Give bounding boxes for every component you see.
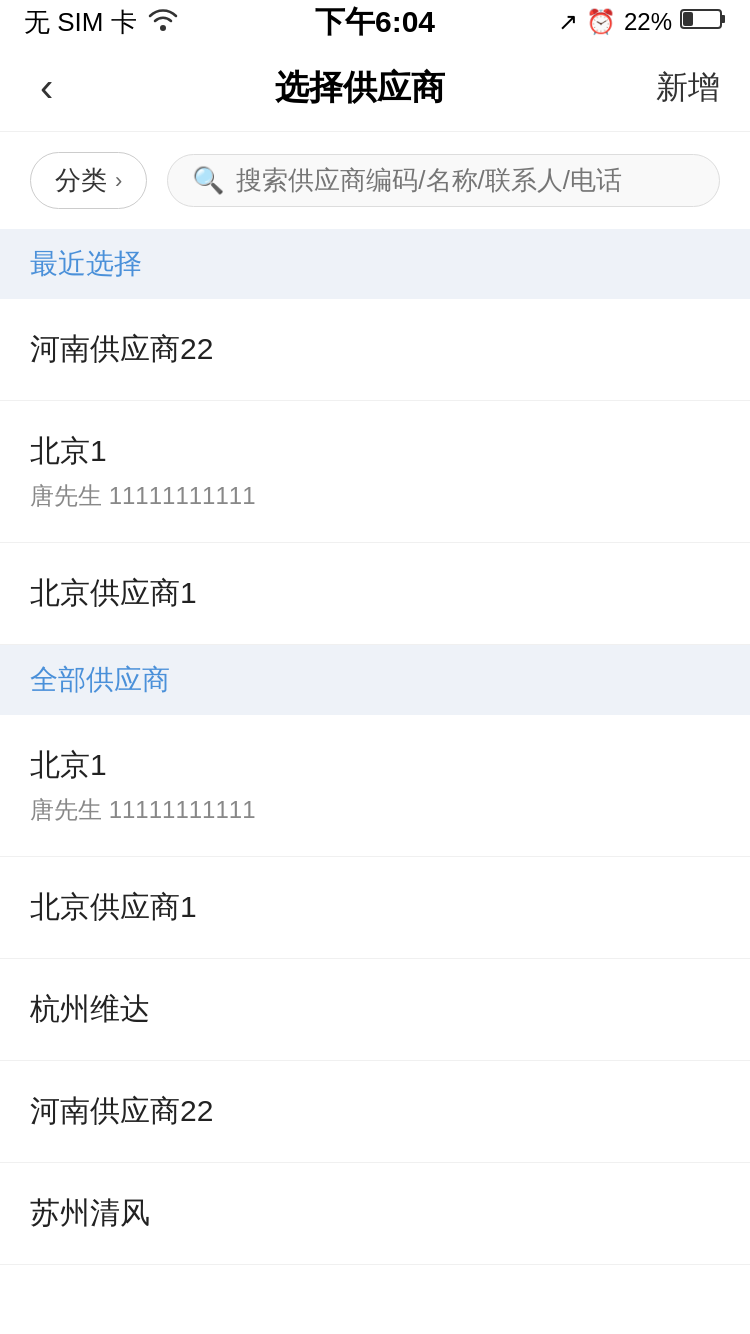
status-left: 无 SIM 卡 [24,5,179,40]
list-item[interactable]: 河南供应商22 [0,1061,750,1163]
status-right: ↗ ⏰ 22% [558,7,726,37]
location-icon: ↗ [558,8,578,36]
all-section-header: 全部供应商 [0,645,750,715]
nav-bar: ‹ 选择供应商 新增 [0,44,750,132]
category-filter[interactable]: 分类 › [30,152,147,209]
item-sub: 唐先生 11111111111 [30,480,720,512]
item-name: 北京1 [30,745,720,786]
item-name: 北京1 [30,431,720,472]
battery-label: 22% [624,8,672,36]
list-item[interactable]: 北京供应商1 [0,543,750,645]
item-sub: 唐先生 11111111111 [30,794,720,826]
filter-bar: 分类 › 🔍 [0,132,750,229]
item-name: 北京供应商1 [30,887,720,928]
svg-rect-1 [721,15,725,23]
status-bar: 无 SIM 卡 下午6:04 ↗ ⏰ 22% [0,0,750,44]
carrier-label: 无 SIM 卡 [24,5,137,40]
item-name: 北京供应商1 [30,573,720,614]
search-input[interactable] [236,165,695,196]
battery-icon [680,7,726,37]
item-name: 苏州清风 [30,1193,720,1234]
list-item[interactable]: 杭州维达 [0,959,750,1061]
recent-section-label: 最近选择 [30,248,142,279]
page-title: 选择供应商 [275,65,445,111]
list-item[interactable]: 北京供应商1 [0,857,750,959]
search-box[interactable]: 🔍 [167,154,720,207]
recent-section-header: 最近选择 [0,229,750,299]
back-button[interactable]: ‹ [30,55,63,120]
category-label: 分类 [55,163,107,198]
time-label: 下午6:04 [315,2,435,43]
list-item[interactable]: 北京1 唐先生 11111111111 [0,401,750,543]
item-name: 杭州维达 [30,989,720,1030]
add-button[interactable]: 新增 [656,66,720,110]
all-list: 北京1 唐先生 11111111111 北京供应商1 杭州维达 河南供应商22 … [0,715,750,1265]
item-name: 河南供应商22 [30,1091,720,1132]
chevron-right-icon: › [115,168,122,194]
search-icon: 🔍 [192,165,224,196]
item-name: 河南供应商22 [30,329,720,370]
svg-rect-2 [683,12,693,26]
list-item[interactable]: 河南供应商22 [0,299,750,401]
alarm-icon: ⏰ [586,8,616,36]
list-item[interactable]: 北京1 唐先生 11111111111 [0,715,750,857]
wifi-icon [147,7,179,38]
recent-list: 河南供应商22 北京1 唐先生 11111111111 北京供应商1 [0,299,750,645]
list-item[interactable]: 苏州清风 [0,1163,750,1265]
all-section-label: 全部供应商 [30,664,170,695]
